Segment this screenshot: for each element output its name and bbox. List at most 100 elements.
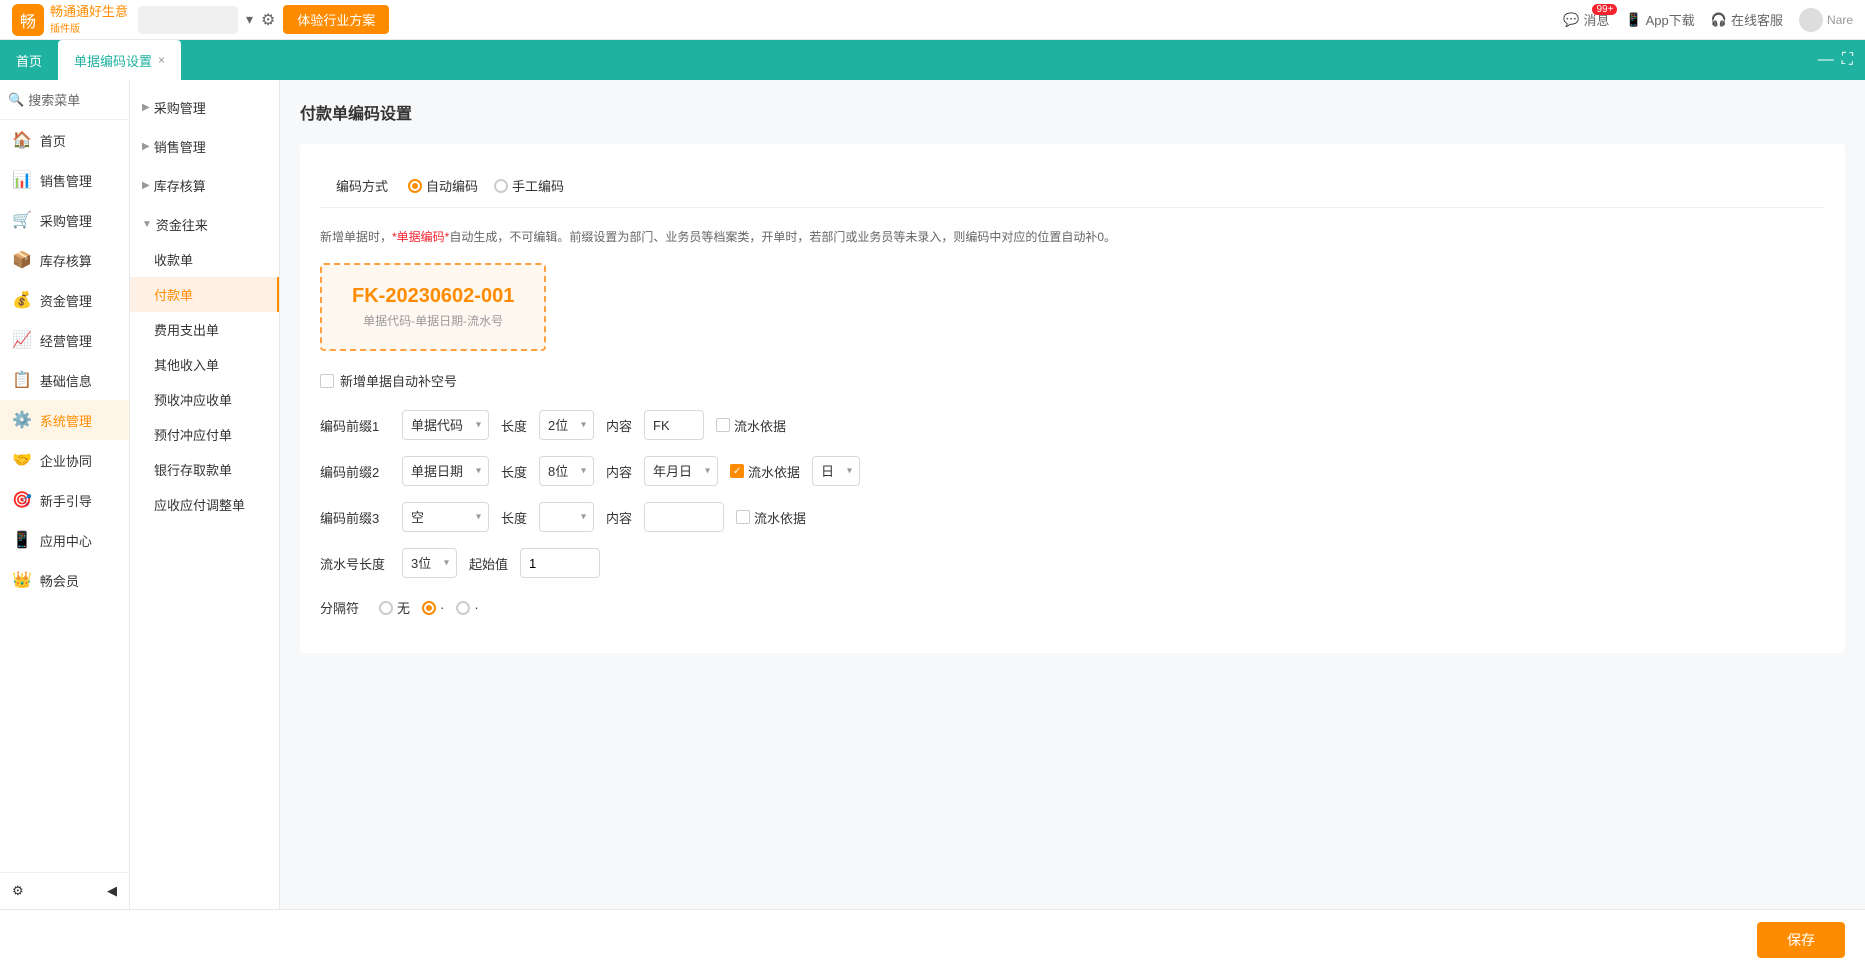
arrow-down-icon: ▼ [142,219,152,230]
sub-group-purchase-title[interactable]: ▶ 采购管理 [130,90,279,125]
main-layout: 🔍 搜索菜单 🏠 首页 📊 销售管理 🛒 采购管理 📦 库存核算 💰 [0,80,1865,909]
sidebar-item-home[interactable]: 🏠 首页 [0,120,129,160]
save-button[interactable]: 保存 [1757,922,1845,958]
prefix2-period-select[interactable]: 日 月 年 [812,456,860,486]
top-bar: 畅 畅通通好生意 插件版 ▾ ⚙ 体验行业方案 💬 消息 99+ 📱 App下载… [0,0,1865,40]
prefix1-length-label: 长度 [501,416,527,435]
prefix1-content-value: FK [644,410,704,440]
trial-button[interactable]: 体验行业方案 [283,5,389,34]
sub-item-bank-deposit[interactable]: 银行存取款单 [130,452,279,487]
inventory-icon: 📦 [12,250,32,270]
sub-item-expense[interactable]: 费用支出单 [130,312,279,347]
sub-group-sales-title[interactable]: ▶ 销售管理 [130,129,279,164]
prefix3-content-label: 内容 [606,508,632,527]
app-download-btn[interactable]: 📱 App下载 [1625,10,1694,29]
sidebar-item-guide[interactable]: 🎯 新手引导 [0,480,129,520]
settings-card: 编码方式 自动编码 手工编码 新增单据时，*单据编码*自动生成，不可编辑。前缀设… [300,144,1845,653]
prefix3-serial-checkbox [736,510,750,524]
prefix1-serial-check[interactable]: 流水依据 [716,416,786,435]
messages-btn[interactable]: 💬 消息 99+ [1563,10,1609,29]
arrow-right-icon: ▶ [142,102,150,113]
search-bar[interactable] [138,6,238,34]
top-bar-left: 畅 畅通通好生意 插件版 ▾ ⚙ 体验行业方案 [12,4,389,36]
tab-current[interactable]: 单据编码设置 × [58,40,181,80]
page-title: 付款单编码设置 [300,100,1845,124]
prefix2-content-select[interactable]: 年月日 年月 年 [644,456,718,486]
auto-code-radio[interactable]: 自动编码 [408,176,478,195]
prefix2-serial-check[interactable]: ✓ 流水依据 [730,462,800,481]
sub-item-prepay-receivable[interactable]: 预收冲应收单 [130,382,279,417]
prefix2-select[interactable]: 单据日期 单据代码 空 [402,456,489,486]
sub-group-purchase: ▶ 采购管理 [130,90,279,125]
sidebar-item-basic[interactable]: 📋 基础信息 [0,360,129,400]
sidebar-item-system[interactable]: ⚙️ 系统管理 [0,400,129,440]
info-text: 新增单据时，*单据编码*自动生成，不可编辑。前缀设置为部门、业务员等档案类，开单… [320,228,1825,247]
sidebar-item-finance[interactable]: 💰 资金管理 [0,280,129,320]
prefix2-length-label: 长度 [501,462,527,481]
sep-none-radio[interactable]: 无 [379,598,410,617]
username-label: Nare [1827,13,1853,27]
service-icon: 🎧 [1711,12,1727,28]
auto-fill-checkbox[interactable] [320,374,334,388]
sidebar-item-enterprise[interactable]: 🤝 企业协同 [0,440,129,480]
serial-length-select[interactable]: 3位 4位 5位 [402,548,457,578]
serial-length-label: 流水号长度 [320,554,390,573]
user-area[interactable]: Nare [1799,8,1853,32]
prefix1-row: 编码前缀1 单据代码 单据日期 空 长度 2位 4位 8位 内容 [320,410,1825,440]
prefix2-serial-checkbox: ✓ [730,464,744,478]
collapse-btn[interactable]: ◀ [107,883,117,899]
tab-maximize-btn[interactable]: ⛶ [1842,51,1853,69]
manual-code-radio[interactable]: 手工编码 [494,176,564,195]
system-icon: ⚙️ [12,410,32,430]
online-service-btn[interactable]: 🎧 在线客服 [1711,10,1783,29]
coding-method-row: 编码方式 自动编码 手工编码 [320,164,1825,208]
sidebar-item-purchase[interactable]: 🛒 采购管理 [0,200,129,240]
sep-dot-dot [422,601,436,615]
code-preview-desc: 单据代码-单据日期-流水号 [352,312,514,329]
sub-group-inventory: ▶ 库存核算 [130,168,279,203]
bottom-bar: 保存 [0,909,1865,969]
sidebar-item-operation[interactable]: 📈 经营管理 [0,320,129,360]
user-avatar [1799,8,1823,32]
sub-item-adjust[interactable]: 应收应付调整单 [130,487,279,522]
prefix2-content-label: 内容 [606,462,632,481]
prefix2-length-wrapper: 8位 2位 4位 [539,456,594,486]
sidebar-item-apps[interactable]: 📱 应用中心 [0,520,129,560]
tab-minimize-btn[interactable]: — [1818,51,1834,69]
prefix2-period-wrapper: 日 月 年 [812,456,860,486]
search-icon: 🔍 [8,92,24,108]
sep-dash-radio[interactable]: · [456,600,478,615]
sub-group-finance: ▼ 资金往来 收款单 付款单 费用支出单 其他收入单 预收冲应收单 预付冲应付单… [130,207,279,522]
settings-btn[interactable]: ⚙ [261,10,275,30]
prefix3-select[interactable]: 空 单据代码 单据日期 [402,502,489,532]
tab-close-btn[interactable]: × [158,53,165,67]
sub-item-receipt[interactable]: 收款单 [130,242,279,277]
sep-dot-radio[interactable]: · [422,600,444,615]
prefix1-select-wrapper: 单据代码 单据日期 空 [402,410,489,440]
prefix3-select-wrapper: 空 单据代码 单据日期 [402,502,489,532]
member-icon: 👑 [12,570,32,590]
prefix1-length-select[interactable]: 2位 4位 8位 [539,410,594,440]
sub-group-inventory-title[interactable]: ▶ 库存核算 [130,168,279,203]
sub-group-finance-title[interactable]: ▼ 资金往来 [130,207,279,242]
message-badge: 99+ [1592,4,1617,15]
sub-item-payment[interactable]: 付款单 [130,277,279,312]
prefix1-select[interactable]: 单据代码 单据日期 空 [402,410,489,440]
tab-home[interactable]: 首页 [0,40,58,80]
prefix2-length-select[interactable]: 8位 2位 4位 [539,456,594,486]
manual-code-radio-dot [494,179,508,193]
search-menu[interactable]: 🔍 搜索菜单 [0,80,129,120]
arrow-down-btn[interactable]: ▾ [246,11,253,28]
message-icon: 💬 [1563,12,1579,28]
sub-item-prepay-payable[interactable]: 预付冲应付单 [130,417,279,452]
sidebar-item-inventory[interactable]: 📦 库存核算 [0,240,129,280]
start-value-input[interactable] [520,548,600,578]
settings-bottom-icon[interactable]: ⚙ [12,883,24,899]
prefix3-serial-check[interactable]: 流水依据 [736,508,806,527]
prefix3-length-select[interactable]: 2位 4位 [539,502,594,532]
guide-icon: 🎯 [12,490,32,510]
start-value-label: 起始值 [469,554,508,573]
sub-item-other-income[interactable]: 其他收入单 [130,347,279,382]
sidebar-item-sales[interactable]: 📊 销售管理 [0,160,129,200]
sidebar-item-member[interactable]: 👑 畅会员 [0,560,129,600]
